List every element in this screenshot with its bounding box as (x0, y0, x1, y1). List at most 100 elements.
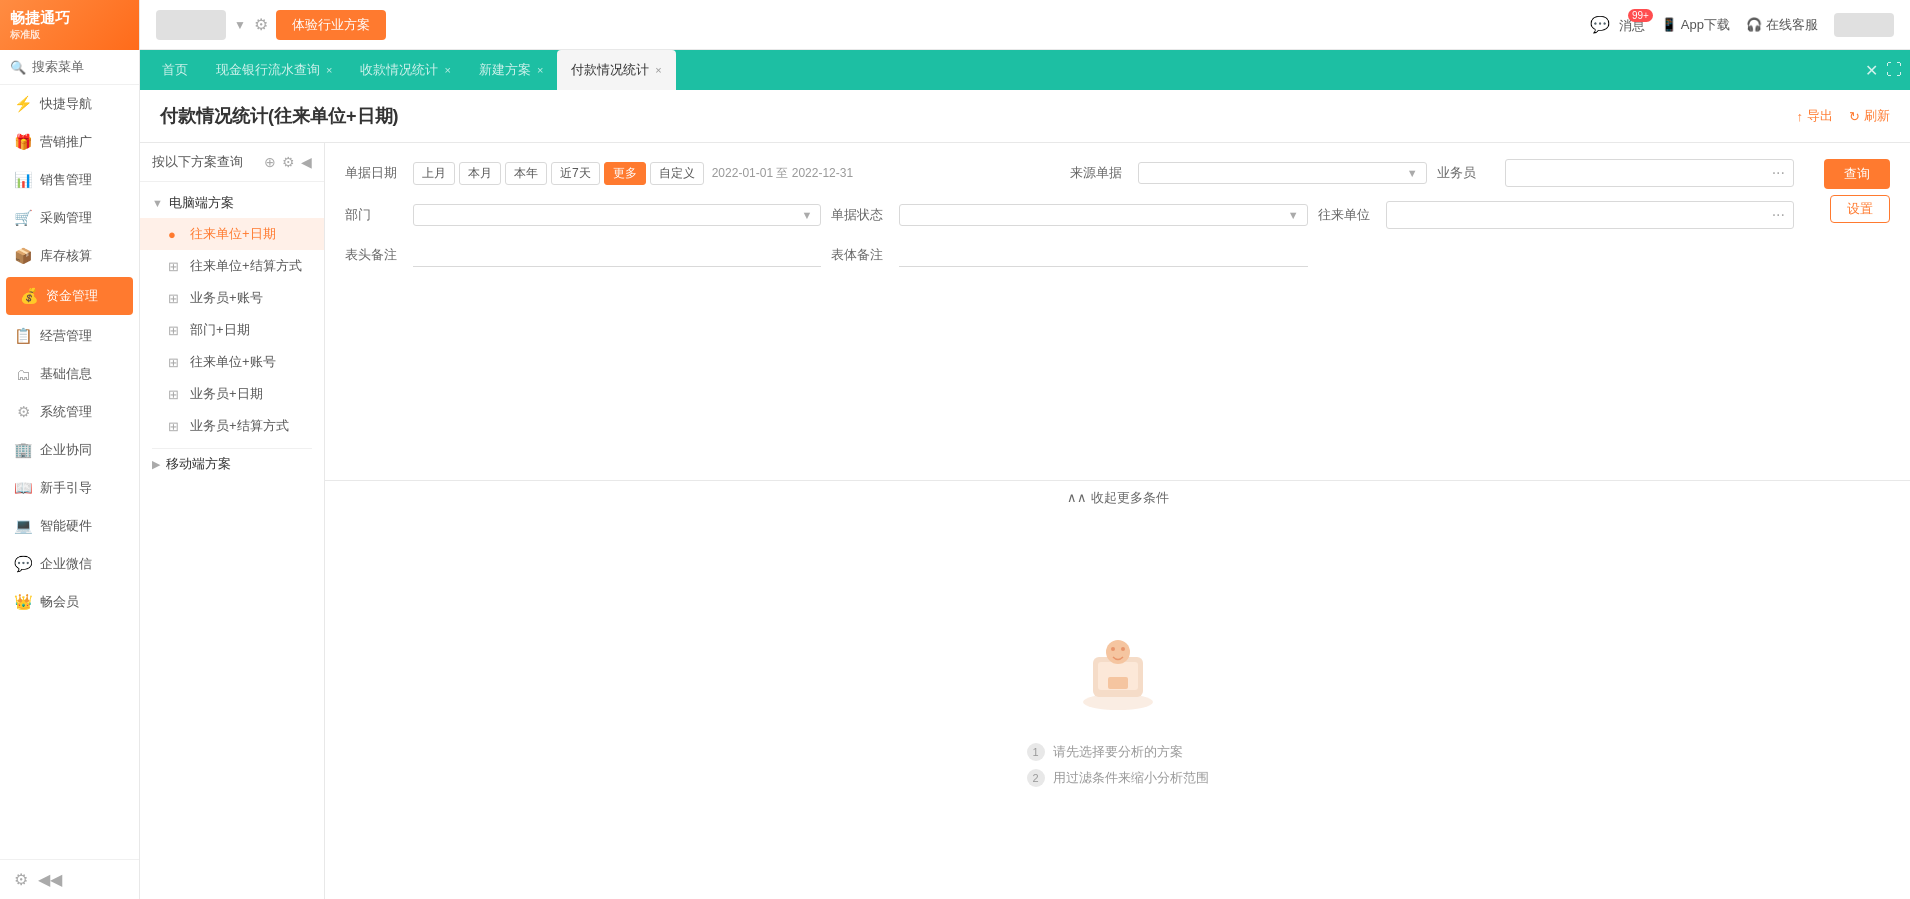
sidebar-item-label: 企业协同 (40, 441, 92, 459)
app-version: 标准版 (10, 28, 70, 42)
sidebar-item-smart-hw[interactable]: 💻 智能硬件 (0, 507, 139, 545)
online-service-btn[interactable]: 🎧 在线客服 (1746, 16, 1818, 34)
date-btn-last-month[interactable]: 上月 (413, 162, 455, 185)
company-dropdown-icon[interactable]: ▼ (234, 18, 246, 32)
inventory-icon: 📦 (14, 247, 32, 265)
expand-tab-icon[interactable]: ⛶ (1886, 61, 1902, 79)
tab-cash-flow[interactable]: 现金银行流水查询 × (202, 50, 346, 90)
date-label: 单据日期 (345, 164, 405, 182)
finance-icon: 💰 (20, 287, 38, 305)
scheme-panel-actions: ⊕ ⚙ ◀ (264, 154, 312, 170)
body-note-input[interactable] (899, 243, 1307, 267)
sidebar-item-enterprise[interactable]: 🏢 企业协同 (0, 431, 139, 469)
source-select[interactable]: ▼ (1138, 162, 1427, 184)
scheme-item-counterpart-date[interactable]: ● 往来单位+日期 (140, 218, 324, 250)
date-btn-last-7-days[interactable]: 近7天 (551, 162, 600, 185)
collapse-sidebar-icon[interactable]: ◀◀ (38, 870, 62, 889)
tab-new-scheme[interactable]: 新建方案 × (465, 50, 557, 90)
sidebar-item-sys-mgmt[interactable]: ⚙ 系统管理 (0, 393, 139, 431)
counterpart-select[interactable]: ··· (1386, 201, 1794, 229)
date-btn-this-year[interactable]: 本年 (505, 162, 547, 185)
trial-btn[interactable]: 体验行业方案 (276, 10, 386, 40)
body-note-label: 表体备注 (831, 246, 891, 264)
sidebar-item-wechat[interactable]: 💬 企业微信 (0, 545, 139, 583)
scheme-item-salesman-date[interactable]: ⊞ 业务员+日期 (140, 378, 324, 410)
refresh-icon: ↻ (1849, 109, 1860, 124)
header-note-input[interactable] (413, 243, 821, 267)
scheme-settings-icon[interactable]: ⚙ (282, 154, 295, 170)
export-btn[interactable]: ↑ 导出 (1797, 107, 1834, 125)
scheme-item-salesman-payment[interactable]: ⊞ 业务员+结算方式 (140, 410, 324, 442)
service-icon: 🎧 (1746, 17, 1762, 32)
tab-cash-flow-label: 现金银行流水查询 (216, 61, 320, 79)
desktop-scheme-group-header[interactable]: ▼ 电脑端方案 (140, 188, 324, 218)
sidebar-item-basic-info[interactable]: 🗂 基础信息 (0, 355, 139, 393)
scheme-item-dept-date[interactable]: ⊞ 部门+日期 (140, 314, 324, 346)
table-scheme-icon: ⊞ (168, 387, 184, 402)
sidebar: 畅捷通巧 标准版 🔍 搜索菜单 ⚡ 快捷导航 🎁 营销推广 📊 销售管理 🛒 采… (0, 0, 140, 899)
voucher-status-select[interactable]: ▼ (899, 204, 1307, 226)
tab-payment-stats-close[interactable]: × (655, 64, 661, 76)
sidebar-item-marketing[interactable]: 🎁 营销推广 (0, 123, 139, 161)
sys-mgmt-icon: ⚙ (14, 403, 32, 421)
tab-new-scheme-close[interactable]: × (537, 64, 543, 76)
active-scheme-icon: ● (168, 227, 184, 242)
tab-payment-stats[interactable]: 付款情况统计 × (557, 50, 675, 90)
dept-label: 部门 (345, 206, 405, 224)
topbar-gear-icon[interactable]: ⚙ (254, 15, 268, 34)
sidebar-item-sales[interactable]: 📊 销售管理 (0, 161, 139, 199)
sidebar-item-inventory[interactable]: 📦 库存核算 (0, 237, 139, 275)
date-btn-custom[interactable]: 自定义 (650, 162, 704, 185)
counterpart-label: 往来单位 (1318, 206, 1378, 224)
query-btn[interactable]: 查询 (1824, 159, 1890, 189)
sidebar-item-label: 系统管理 (40, 403, 92, 421)
scheme-panel-collapse-btn[interactable]: ◀ (301, 154, 312, 170)
date-range-text: 2022-01-01 至 2022-12-31 (712, 165, 853, 182)
sidebar-item-label: 新手引导 (40, 479, 92, 497)
scheme-item-counterpart-payment[interactable]: ⊞ 往来单位+结算方式 (140, 250, 324, 282)
topbar: ▼ ⚙ 体验行业方案 💬 消息 99+ 📱 App下载 🎧 在线客服 (140, 0, 1910, 50)
scheme-item-label: 往来单位+账号 (190, 353, 276, 371)
sales-icon: 📊 (14, 171, 32, 189)
scheme-item-counterpart-account[interactable]: ⊞ 往来单位+账号 (140, 346, 324, 378)
sidebar-item-operations[interactable]: 📋 经营管理 (0, 317, 139, 355)
sidebar-item-guide[interactable]: 📖 新手引导 (0, 469, 139, 507)
refresh-btn[interactable]: ↻ 刷新 (1849, 107, 1890, 125)
tab-home[interactable]: 首页 (148, 50, 202, 90)
app-download-label: App下载 (1681, 16, 1730, 34)
sidebar-item-vip[interactable]: 👑 畅会员 (0, 583, 139, 621)
date-btn-this-month[interactable]: 本月 (459, 162, 501, 185)
user-avatar[interactable] (1834, 13, 1894, 37)
tab-cash-flow-close[interactable]: × (326, 64, 332, 76)
company-avatar[interactable] (156, 10, 226, 40)
sidebar-item-purchase[interactable]: 🛒 采购管理 (0, 199, 139, 237)
wechat-icon: 💬 (14, 555, 32, 573)
collapse-btn[interactable]: ∧∧ 收起更多条件 (1067, 489, 1169, 507)
mobile-scheme-group-header[interactable]: ▶ 移动端方案 (140, 449, 324, 479)
tab-receipts-close[interactable]: × (444, 64, 450, 76)
add-scheme-icon[interactable]: ⊕ (264, 154, 276, 170)
sidebar-item-label: 营销推广 (40, 133, 92, 151)
filter-voucher-status-item: 单据状态 ▼ (831, 204, 1307, 226)
sidebar-item-quick-nav[interactable]: ⚡ 快捷导航 (0, 85, 139, 123)
filter-row-3: 表头备注 表体备注 (345, 243, 1794, 267)
date-btn-more[interactable]: 更多 (604, 162, 646, 185)
app-download-btn[interactable]: 📱 App下载 (1661, 16, 1730, 34)
tabbar: 首页 现金银行流水查询 × 收款情况统计 × 新建方案 × 付款情况统计 × ✕… (140, 50, 1910, 90)
sidebar-item-search-menu[interactable]: 🔍 搜索菜单 (0, 50, 139, 85)
filter-counterpart-item: 往来单位 ··· (1318, 201, 1794, 229)
collapse-icon: ∧∧ (1067, 490, 1087, 505)
close-tab-icon[interactable]: ✕ (1865, 61, 1878, 80)
message-icon: 💬 (1590, 16, 1610, 33)
salesman-select[interactable]: ··· (1505, 159, 1794, 187)
messages-btn[interactable]: 💬 消息 99+ (1590, 15, 1644, 35)
tab-receipts[interactable]: 收款情况统计 × (346, 50, 464, 90)
scheme-item-salesman-account[interactable]: ⊞ 业务员+账号 (140, 282, 324, 314)
app-logo: 畅捷通巧 标准版 (0, 0, 139, 50)
collapse-bar[interactable]: ∧∧ 收起更多条件 (325, 480, 1910, 515)
settings-bottom-icon[interactable]: ⚙ (14, 870, 28, 889)
sidebar-item-finance[interactable]: 💰 资金管理 (6, 277, 133, 315)
settings-btn[interactable]: 设置 (1830, 195, 1890, 223)
scheme-item-label: 业务员+日期 (190, 385, 263, 403)
dept-select[interactable]: ▼ (413, 204, 821, 226)
